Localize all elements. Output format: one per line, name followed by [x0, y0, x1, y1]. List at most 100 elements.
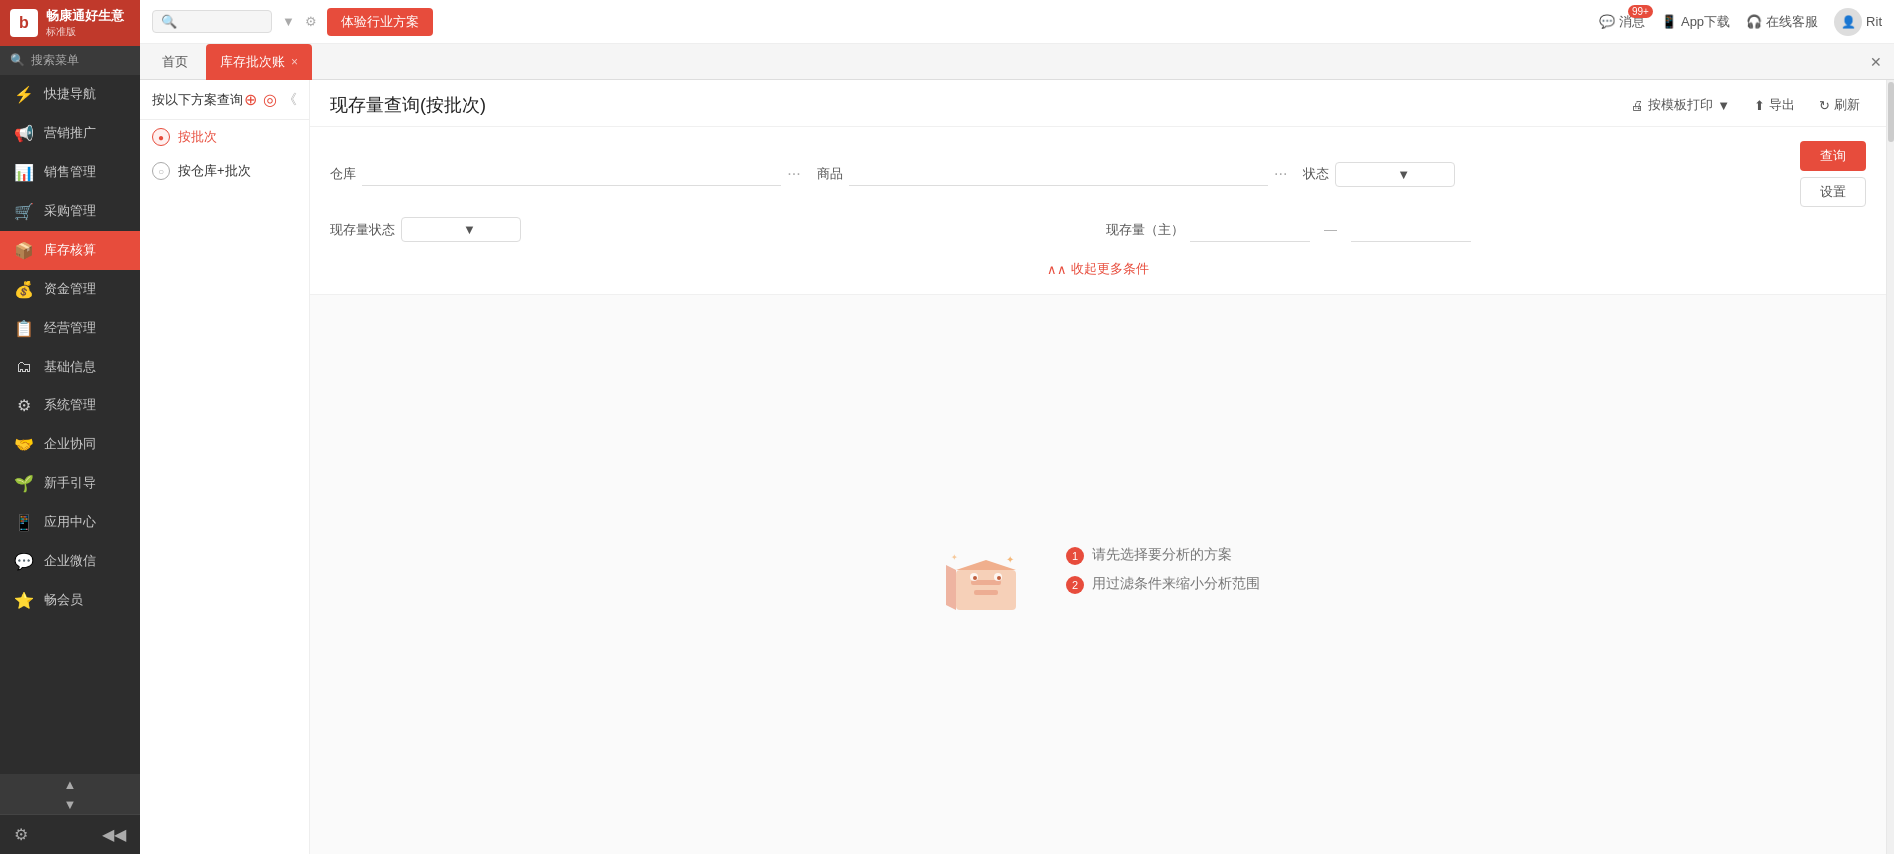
online-service-label: 在线客服: [1766, 13, 1818, 31]
right-scrollbar[interactable]: [1886, 80, 1894, 854]
collapse-icon[interactable]: ◀◀: [102, 825, 126, 844]
topbar-search-box[interactable]: 🔍: [152, 10, 272, 33]
inventory-qty-max-input[interactable]: [1351, 218, 1471, 242]
collapse-filter-button[interactable]: ∧∧ 收起更多条件: [330, 252, 1866, 286]
topbar: 🔍 ▼ ⚙ 体验行业方案 💬 消息 99+ 📱 App下载 🎧 在线客服 �: [140, 0, 1894, 44]
marketing-label: 营销推广: [44, 124, 96, 142]
sidebar-item-quick-nav[interactable]: ⚡ 快捷导航: [0, 75, 140, 114]
sidebar-item-newbie[interactable]: 🌱 新手引导: [0, 464, 140, 503]
sidebar-footer: ⚙ ◀◀: [0, 814, 140, 854]
inventory-batch-tab-label: 库存批次账: [220, 53, 285, 71]
scheme-batch-label: 按批次: [178, 128, 217, 146]
app-center-label: 应用中心: [44, 513, 96, 531]
wechat-label: 企业微信: [44, 552, 96, 570]
svg-rect-4: [974, 590, 998, 595]
sidebar-header: b 畅康通好生意 标准版: [0, 0, 140, 46]
product-dots-icon[interactable]: ···: [1274, 165, 1287, 183]
trial-button[interactable]: 体验行业方案: [327, 8, 433, 36]
sales-label: 销售管理: [44, 163, 96, 181]
tip-text-2: 用过滤条件来缩小分析范围: [1092, 575, 1260, 593]
filter-area: 仓库 ··· 商品 ··· 状态: [310, 127, 1886, 295]
sidebar-item-system[interactable]: ⚙ 系统管理: [0, 386, 140, 425]
refresh-button[interactable]: ↻ 刷新: [1813, 92, 1866, 118]
sales-icon: 📊: [14, 163, 34, 182]
svg-point-7: [973, 576, 977, 580]
topbar-search-input[interactable]: [181, 15, 261, 29]
scheme-by-batch[interactable]: ● 按批次: [140, 120, 309, 154]
sidebar-item-app-center[interactable]: 📱 应用中心: [0, 503, 140, 542]
warehouse-input[interactable]: [362, 162, 781, 186]
sidebar-item-inventory[interactable]: 📦 库存核算: [0, 231, 140, 270]
headset-icon: 🎧: [1746, 14, 1762, 29]
newbie-label: 新手引导: [44, 474, 96, 492]
tab-inventory-batch[interactable]: 库存批次账 ×: [206, 44, 312, 80]
sidebar-item-purchase[interactable]: 🛒 采购管理: [0, 192, 140, 231]
search-icon: 🔍: [10, 53, 25, 67]
messages-button[interactable]: 💬 消息 99+: [1599, 13, 1645, 31]
page-header: 现存量查询(按批次) 🖨 按模板打印 ▼ ⬆ 导出 ↻ 刷新: [310, 80, 1886, 127]
topbar-dropdown-icon[interactable]: ▼: [282, 14, 295, 29]
inventory-qty-min-input[interactable]: [1190, 218, 1310, 242]
tip-num-2: 2: [1066, 576, 1084, 594]
left-panel-header: 按以下方案查询 ⊕ ◎ 《: [140, 80, 309, 120]
sidebar-item-basic[interactable]: 🗂 基础信息: [0, 348, 140, 386]
status-dropdown[interactable]: ▼: [1335, 162, 1455, 187]
finance-label: 资金管理: [44, 280, 96, 298]
newbie-icon: 🌱: [14, 474, 34, 493]
sidebar-item-member[interactable]: ⭐ 畅会员: [0, 581, 140, 620]
business-label: 经营管理: [44, 319, 96, 337]
purchase-icon: 🛒: [14, 202, 34, 221]
scheme-by-warehouse-batch[interactable]: ○ 按仓库+批次: [140, 154, 309, 188]
scheme-settings-icon[interactable]: ◎: [263, 90, 277, 109]
quick-nav-icon: ⚡: [14, 85, 34, 104]
collapse-panel-icon[interactable]: 《: [283, 91, 297, 109]
sidebar-item-business[interactable]: 📋 经营管理: [0, 309, 140, 348]
message-icon: 💬: [1599, 14, 1615, 29]
warehouse-dots-icon[interactable]: ···: [787, 165, 800, 183]
print-button[interactable]: 🖨 按模板打印 ▼: [1625, 92, 1736, 118]
inventory-label: 库存核算: [44, 241, 96, 259]
inventory-status-arrow: ▼: [463, 222, 512, 237]
user-menu[interactable]: 👤 Rit: [1834, 8, 1882, 36]
inventory-status-dropdown[interactable]: ▼: [401, 217, 521, 242]
app-download-label: App下载: [1681, 13, 1730, 31]
sidebar-item-sales[interactable]: 📊 销售管理: [0, 153, 140, 192]
settings-button[interactable]: 设置: [1800, 177, 1866, 207]
scheme-wh-batch-icon: ○: [152, 162, 170, 180]
sidebar-search[interactable]: 🔍 搜索菜单: [0, 46, 140, 75]
filter-inventory-qty: 现存量（主） —: [1106, 218, 1866, 242]
left-panel-actions: ⊕ ◎ 《: [244, 90, 297, 109]
warehouse-label: 仓库: [330, 165, 356, 183]
filter-row-1: 仓库 ··· 商品 ··· 状态: [330, 141, 1866, 207]
settings-icon[interactable]: ⚙: [14, 825, 28, 844]
tab-actions: ✕: [1866, 50, 1886, 74]
empty-state: ✦ ✦ 1 请先选择要分析的方案 2 用过滤条件来缩小分析范围: [310, 295, 1886, 854]
topbar-gear-icon[interactable]: ⚙: [305, 14, 317, 29]
sidebar-item-marketing[interactable]: 📢 营销推广: [0, 114, 140, 153]
sidebar-scroll-up[interactable]: ▲: [0, 774, 140, 794]
page-actions: 🖨 按模板打印 ▼ ⬆ 导出 ↻ 刷新: [1625, 92, 1866, 118]
wechat-icon: 💬: [14, 552, 34, 571]
query-button[interactable]: 查询: [1800, 141, 1866, 171]
tab-home[interactable]: 首页: [148, 44, 202, 80]
close-tab-icon[interactable]: ×: [291, 55, 298, 69]
app-download-button[interactable]: 📱 App下载: [1661, 13, 1730, 31]
basic-label: 基础信息: [44, 358, 96, 376]
system-label: 系统管理: [44, 396, 96, 414]
status-dropdown-arrow: ▼: [1397, 167, 1446, 182]
svg-rect-3: [971, 580, 1001, 585]
close-tab-button[interactable]: ✕: [1866, 50, 1886, 74]
filter-inventory-status: 现存量状态 ▼: [330, 217, 1090, 242]
export-button[interactable]: ⬆ 导出: [1748, 92, 1801, 118]
sidebar-item-finance[interactable]: 💰 资金管理: [0, 270, 140, 309]
sidebar-item-enterprise[interactable]: 🤝 企业协同: [0, 425, 140, 464]
status-label: 状态: [1303, 165, 1329, 183]
member-icon: ⭐: [14, 591, 34, 610]
online-service-button[interactable]: 🎧 在线客服: [1746, 13, 1818, 31]
product-input[interactable]: [849, 162, 1268, 186]
sidebar-item-wechat[interactable]: 💬 企业微信: [0, 542, 140, 581]
sidebar-scroll-down[interactable]: ▼: [0, 794, 140, 814]
add-scheme-icon[interactable]: ⊕: [244, 90, 257, 109]
svg-text:✦: ✦: [1006, 554, 1014, 565]
right-panel: 现存量查询(按批次) 🖨 按模板打印 ▼ ⬆ 导出 ↻ 刷新: [310, 80, 1886, 854]
